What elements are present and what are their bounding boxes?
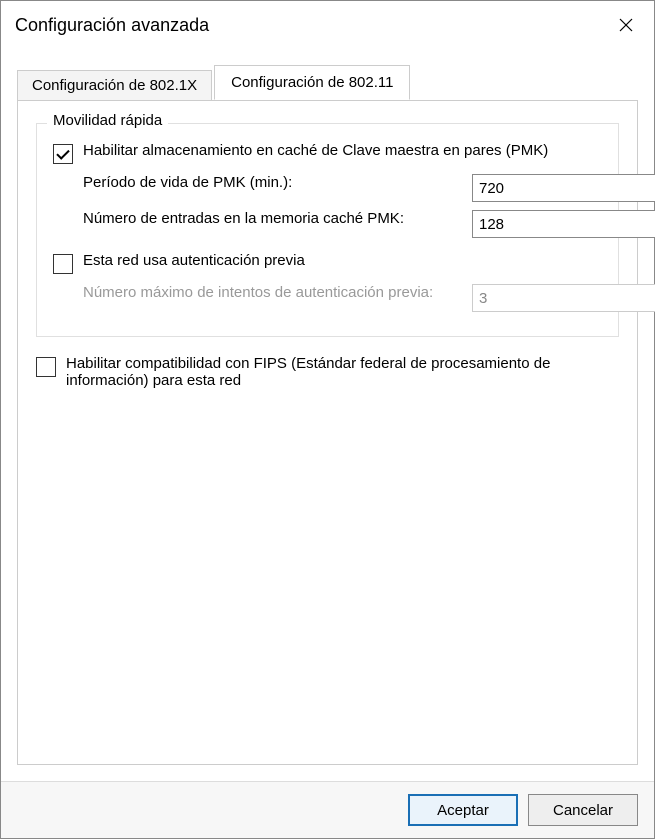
close-button[interactable]: [610, 9, 642, 41]
pmk-entries-row: Número de entradas en la memoria caché P…: [83, 210, 602, 238]
fips-label: Habilitar compatibilidad con FIPS (Están…: [66, 355, 619, 389]
fips-row: Habilitar compatibilidad con FIPS (Están…: [36, 355, 619, 389]
preauth-max-spinner: ▲ ▼: [472, 284, 602, 312]
content-area: Configuración de 802.1X Configuración de…: [1, 49, 654, 781]
preauth-max-row: Número máximo de intentos de autenticaci…: [83, 284, 602, 312]
pmk-enable-checkbox[interactable]: [53, 144, 73, 164]
tab-80211[interactable]: Configuración de 802.11: [214, 65, 410, 100]
tab-panel-80211: Movilidad rápida Habilitar almacenamient…: [17, 100, 638, 765]
dialog-footer: Aceptar Cancelar: [1, 781, 654, 838]
pmk-ttl-input[interactable]: [472, 174, 655, 202]
tab-strip: Configuración de 802.1X Configuración de…: [17, 65, 638, 100]
pmk-entries-spinner: ▲ ▼: [472, 210, 602, 238]
preauth-enable-row: Esta red usa autenticación previa: [53, 252, 602, 274]
preauth-subfields: Número máximo de intentos de autenticaci…: [83, 284, 602, 312]
pmk-entries-label: Número de entradas en la memoria caché P…: [83, 210, 472, 227]
pmk-enable-label: Habilitar almacenamiento en caché de Cla…: [83, 142, 602, 159]
fips-checkbox[interactable]: [36, 357, 56, 377]
pmk-enable-row: Habilitar almacenamiento en caché de Cla…: [53, 142, 602, 164]
preauth-enable-checkbox[interactable]: [53, 254, 73, 274]
pmk-entries-input[interactable]: [472, 210, 655, 238]
close-icon: [619, 18, 633, 32]
dialog-window: Configuración avanzada Configuración de …: [0, 0, 655, 839]
tab-8021x[interactable]: Configuración de 802.1X: [17, 70, 212, 101]
pmk-subfields: Período de vida de PMK (min.): ▲ ▼ Númer…: [83, 174, 602, 238]
pmk-ttl-row: Período de vida de PMK (min.): ▲ ▼: [83, 174, 602, 202]
preauth-max-label: Número máximo de intentos de autenticaci…: [83, 284, 472, 301]
ok-button[interactable]: Aceptar: [408, 794, 518, 826]
titlebar: Configuración avanzada: [1, 1, 654, 49]
preauth-enable-label: Esta red usa autenticación previa: [83, 252, 602, 269]
cancel-button[interactable]: Cancelar: [528, 794, 638, 826]
preauth-max-input: [472, 284, 655, 312]
window-title: Configuración avanzada: [15, 15, 209, 36]
group-title: Movilidad rápida: [47, 112, 168, 129]
fast-roaming-group: Movilidad rápida Habilitar almacenamient…: [36, 123, 619, 337]
pmk-ttl-label: Período de vida de PMK (min.):: [83, 174, 472, 191]
pmk-ttl-spinner: ▲ ▼: [472, 174, 602, 202]
